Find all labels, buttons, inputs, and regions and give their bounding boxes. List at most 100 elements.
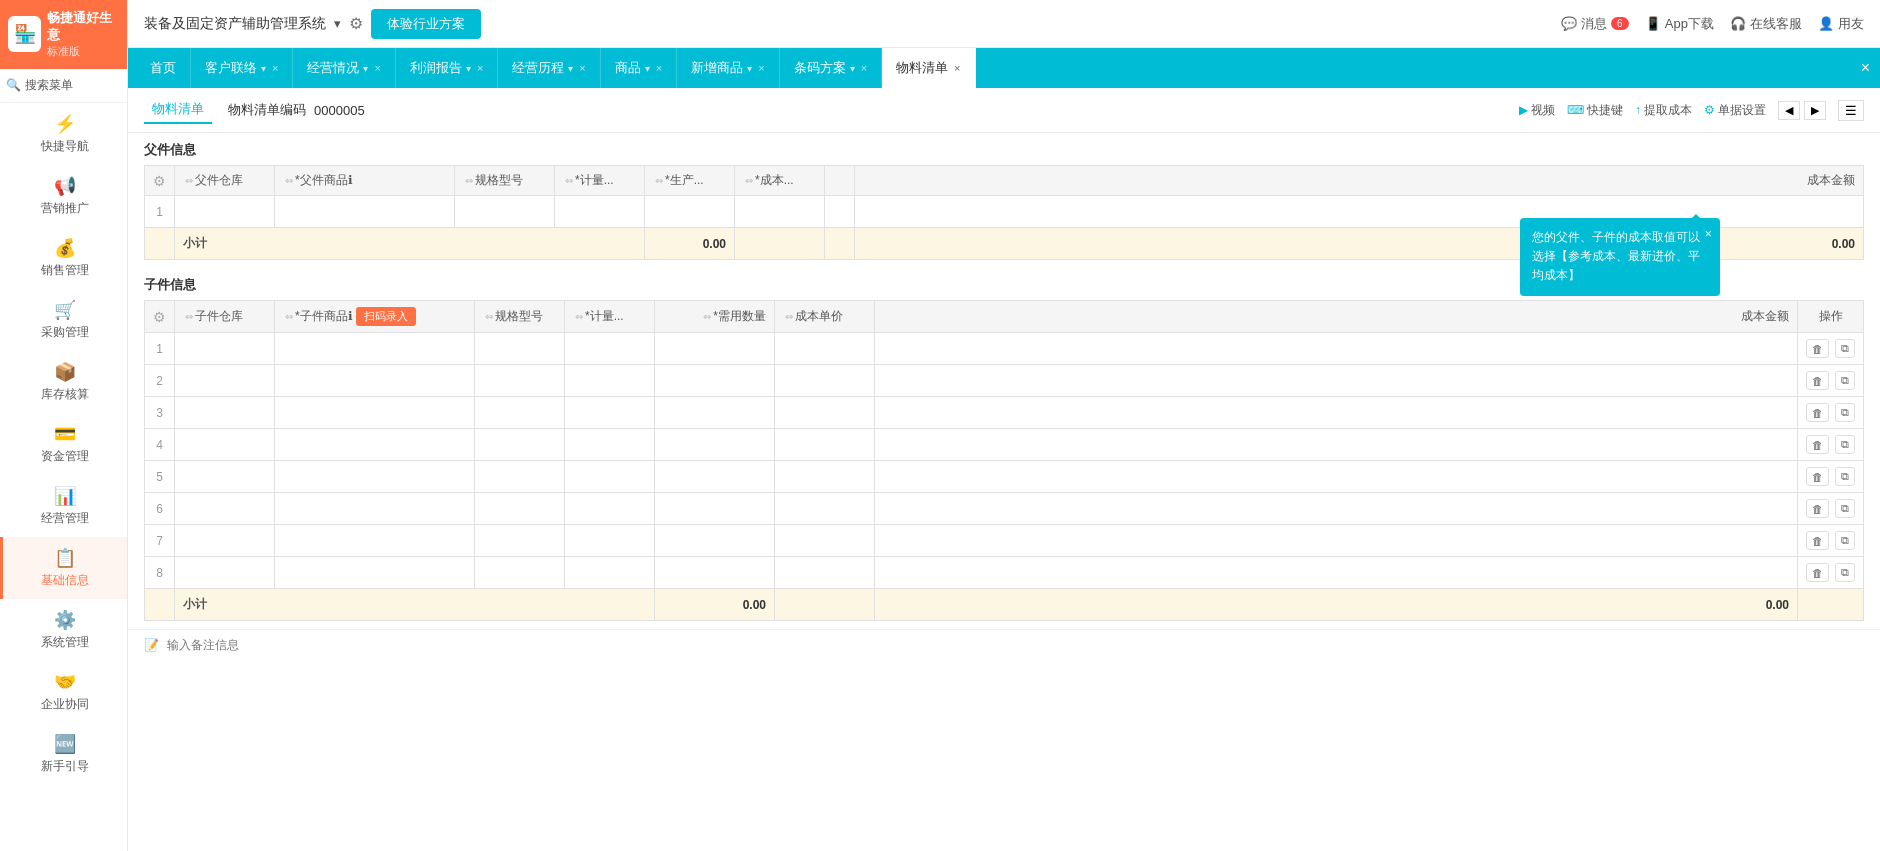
copy-row-btn[interactable]: ⧉: [1835, 403, 1855, 422]
delete-row-btn[interactable]: 🗑: [1806, 339, 1829, 358]
child-spec-cell[interactable]: [475, 333, 565, 365]
child-warehouse-cell[interactable]: [175, 429, 275, 461]
tab-new-goods[interactable]: 新增商品 ▾ ×: [677, 48, 779, 88]
tab-bom[interactable]: 物料清单 ×: [882, 48, 975, 88]
delete-row-btn[interactable]: 🗑: [1806, 371, 1829, 390]
delete-row-btn[interactable]: 🗑: [1806, 531, 1829, 550]
note-input[interactable]: [167, 638, 567, 652]
sidebar-item-collab[interactable]: 🤝 企业协同: [0, 661, 127, 723]
extract-cost-btn[interactable]: ↑ 提取成本: [1635, 102, 1692, 119]
child-qty-cell[interactable]: [655, 461, 775, 493]
parent-spec-cell[interactable]: [455, 196, 555, 228]
topbar-dropdown[interactable]: ▾: [334, 16, 341, 31]
child-product-cell[interactable]: [275, 429, 475, 461]
child-qty-cell[interactable]: [655, 397, 775, 429]
sidebar-item-basic[interactable]: 📋 基础信息: [0, 537, 127, 599]
child-cost-amount-cell[interactable]: [875, 493, 1798, 525]
child-cost-unit-cell[interactable]: [775, 365, 875, 397]
parent-unit-cell[interactable]: [555, 196, 645, 228]
child-spec-cell[interactable]: [475, 365, 565, 397]
sidebar-item-finance[interactable]: 💳 资金管理: [0, 413, 127, 475]
child-unit-cell[interactable]: [565, 461, 655, 493]
close-icon[interactable]: ×: [656, 62, 662, 74]
close-icon[interactable]: ×: [477, 62, 483, 74]
message-btn[interactable]: 💬 消息 6: [1561, 15, 1629, 33]
sidebar-item-quicknav[interactable]: ⚡ 快捷导航: [0, 103, 127, 165]
close-icon[interactable]: ×: [579, 62, 585, 74]
close-icon[interactable]: ×: [758, 62, 764, 74]
child-cost-unit-cell[interactable]: [775, 429, 875, 461]
child-qty-cell[interactable]: [655, 365, 775, 397]
parent-cost-cell[interactable]: [735, 196, 825, 228]
child-cost-amount-cell[interactable]: [875, 525, 1798, 557]
child-product-cell[interactable]: [275, 493, 475, 525]
tooltip-close-btn[interactable]: ×: [1704, 224, 1712, 245]
tab-history[interactable]: 经营历程 ▾ ×: [498, 48, 600, 88]
tab-barcode[interactable]: 条码方案 ▾ ×: [780, 48, 882, 88]
list-view-btn[interactable]: ☰: [1838, 100, 1864, 121]
child-qty-cell[interactable]: [655, 493, 775, 525]
child-warehouse-cell[interactable]: [175, 493, 275, 525]
child-cost-unit-cell[interactable]: [775, 493, 875, 525]
child-qty-cell[interactable]: [655, 333, 775, 365]
sidebar-item-purchase[interactable]: 🛒 采购管理: [0, 289, 127, 351]
tab-customer[interactable]: 客户联络 ▾ ×: [191, 48, 293, 88]
child-cost-amount-cell[interactable]: [875, 365, 1798, 397]
child-unit-cell[interactable]: [565, 493, 655, 525]
parent-warehouse-cell[interactable]: [175, 196, 275, 228]
sidebar-item-system[interactable]: ⚙️ 系统管理: [0, 599, 127, 661]
tab-goods[interactable]: 商品 ▾ ×: [601, 48, 677, 88]
close-icon[interactable]: ×: [954, 62, 960, 74]
sidebar-item-operation[interactable]: 📊 经营管理: [0, 475, 127, 537]
child-cost-unit-cell[interactable]: [775, 461, 875, 493]
delete-row-btn[interactable]: 🗑: [1806, 563, 1829, 582]
child-unit-cell[interactable]: [565, 557, 655, 589]
child-cost-unit-cell[interactable]: [775, 397, 875, 429]
single-settings-btn[interactable]: ⚙ 单据设置: [1704, 102, 1766, 119]
child-product-cell[interactable]: [275, 557, 475, 589]
sidebar-item-guide[interactable]: 🆕 新手引导: [0, 723, 127, 785]
child-cost-unit-cell[interactable]: [775, 525, 875, 557]
child-unit-cell[interactable]: [565, 365, 655, 397]
tab-home[interactable]: 首页: [136, 48, 191, 88]
settings-col-icon[interactable]: ⚙: [153, 173, 166, 189]
child-warehouse-cell[interactable]: [175, 397, 275, 429]
child-unit-cell[interactable]: [565, 333, 655, 365]
settings-col-icon[interactable]: ⚙: [153, 309, 166, 325]
sub-tab-bom[interactable]: 物料清单: [144, 96, 212, 124]
child-cost-amount-cell[interactable]: [875, 429, 1798, 461]
child-spec-cell[interactable]: [475, 397, 565, 429]
child-warehouse-cell[interactable]: [175, 557, 275, 589]
delete-row-btn[interactable]: 🗑: [1806, 467, 1829, 486]
child-spec-cell[interactable]: [475, 557, 565, 589]
delete-row-btn[interactable]: 🗑: [1806, 435, 1829, 454]
child-unit-cell[interactable]: [565, 397, 655, 429]
trial-btn[interactable]: 体验行业方案: [371, 9, 481, 39]
scan-btn[interactable]: 扫码录入: [356, 307, 416, 326]
parent-produce-cell[interactable]: [645, 196, 735, 228]
sidebar-item-sales[interactable]: 💰 销售管理: [0, 227, 127, 289]
child-product-cell[interactable]: [275, 365, 475, 397]
child-spec-cell[interactable]: [475, 429, 565, 461]
tab-operation-status[interactable]: 经营情况 ▾ ×: [293, 48, 395, 88]
copy-row-btn[interactable]: ⧉: [1835, 339, 1855, 358]
child-unit-cell[interactable]: [565, 429, 655, 461]
parent-product-cell[interactable]: [275, 196, 455, 228]
copy-row-btn[interactable]: ⧉: [1835, 563, 1855, 582]
child-product-cell[interactable]: [275, 397, 475, 429]
child-warehouse-cell[interactable]: [175, 333, 275, 365]
sidebar-search[interactable]: 🔍 搜索菜单: [0, 69, 127, 103]
child-warehouse-cell[interactable]: [175, 525, 275, 557]
child-product-cell[interactable]: [275, 333, 475, 365]
child-warehouse-cell[interactable]: [175, 461, 275, 493]
close-icon[interactable]: ×: [272, 62, 278, 74]
online-service-btn[interactable]: 🎧 在线客服: [1730, 15, 1802, 33]
child-cost-unit-cell[interactable]: [775, 333, 875, 365]
child-qty-cell[interactable]: [655, 429, 775, 461]
close-icon[interactable]: ×: [861, 62, 867, 74]
child-spec-cell[interactable]: [475, 525, 565, 557]
sidebar-item-inventory[interactable]: 📦 库存核算: [0, 351, 127, 413]
close-icon[interactable]: ×: [374, 62, 380, 74]
copy-row-btn[interactable]: ⧉: [1835, 499, 1855, 518]
child-cost-amount-cell[interactable]: [875, 397, 1798, 429]
